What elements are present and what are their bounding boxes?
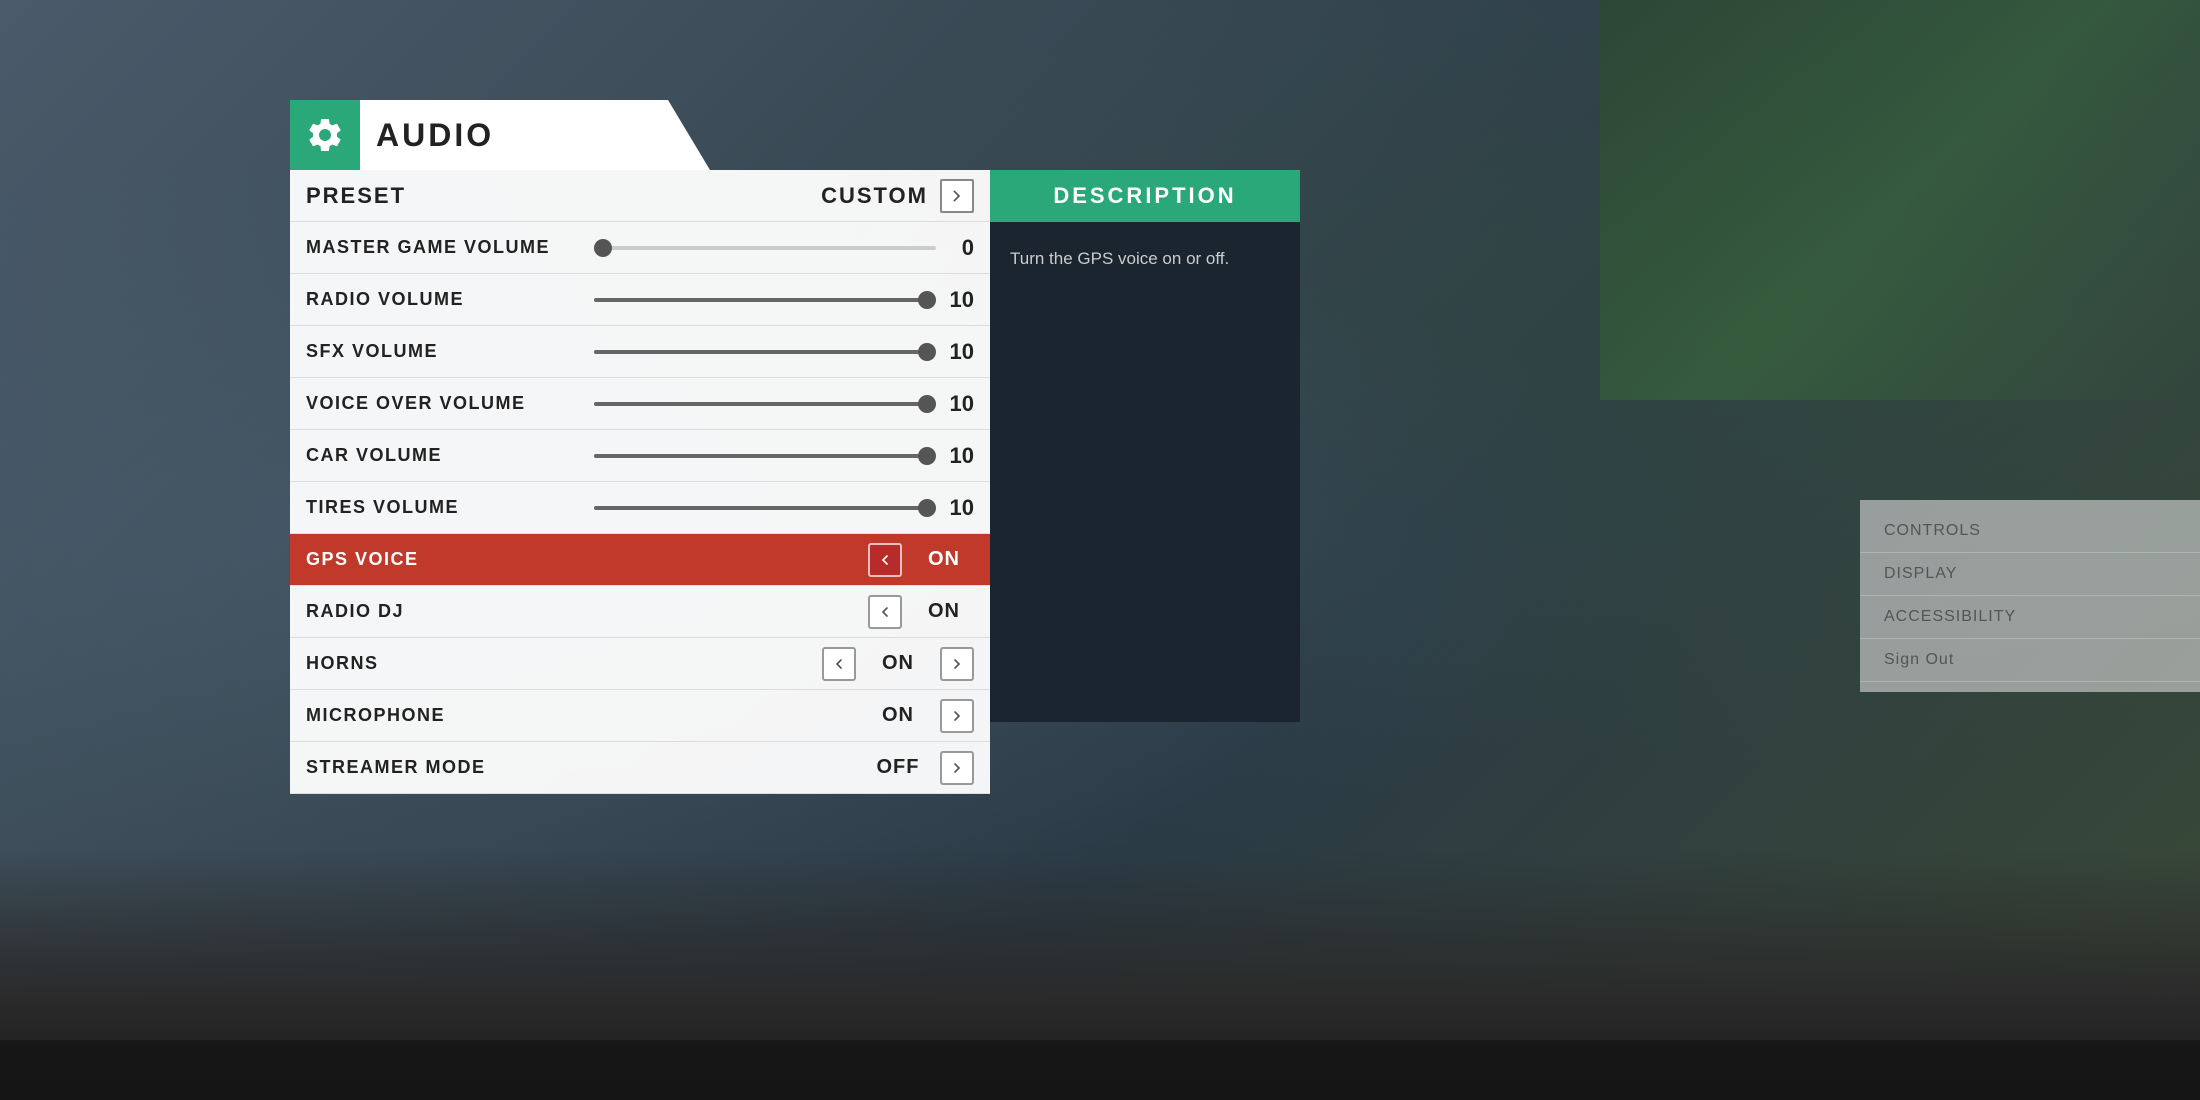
voice-over-volume-thumb[interactable] bbox=[918, 395, 936, 413]
car-volume-row: CAR VOLUME 10 bbox=[290, 430, 990, 482]
sfx-volume-thumb[interactable] bbox=[918, 343, 936, 361]
description-body: Turn the GPS voice on or off. bbox=[990, 222, 1300, 722]
car-volume-track[interactable] bbox=[594, 454, 936, 458]
preset-custom-row: PRESET CUSTOM bbox=[290, 170, 990, 222]
streamer-mode-value: OFF bbox=[868, 756, 928, 779]
horns-value: ON bbox=[868, 652, 928, 675]
tires-volume-thumb[interactable] bbox=[918, 499, 936, 517]
side-menu-item-controls: CONTROLS bbox=[1860, 510, 2200, 553]
car-volume-value: 10 bbox=[944, 443, 974, 469]
preset-next-arrow[interactable] bbox=[940, 179, 974, 213]
description-text: Turn the GPS voice on or off. bbox=[1010, 246, 1280, 272]
master-game-volume-thumb[interactable] bbox=[594, 239, 612, 257]
horns-label: HORNS bbox=[306, 653, 822, 674]
sfx-volume-row: SFX VOLUME 10 bbox=[290, 326, 990, 378]
streamer-mode-row: STREAMER MODE OFF bbox=[290, 742, 990, 794]
sfx-volume-track[interactable] bbox=[594, 350, 936, 354]
description-title: DESCRIPTION bbox=[1053, 183, 1236, 209]
gear-icon bbox=[305, 115, 345, 155]
gps-voice-label: GPS VOICE bbox=[306, 549, 868, 570]
tires-volume-row: TIRES VOLUME 10 bbox=[290, 482, 990, 534]
radio-volume-thumb[interactable] bbox=[918, 291, 936, 309]
voice-over-volume-row: VOICE OVER VOLUME 10 bbox=[290, 378, 990, 430]
audio-header-content: AUDIO bbox=[290, 100, 494, 170]
gps-voice-left-arrow[interactable] bbox=[868, 543, 902, 577]
side-menu: CONTROLS DISPLAY ACCESSIBILITY Sign Out bbox=[1860, 500, 2200, 692]
gps-voice-row: GPS VOICE ON bbox=[290, 534, 990, 586]
radio-volume-value: 10 bbox=[944, 287, 974, 313]
gear-icon-box bbox=[290, 100, 360, 170]
custom-label: CUSTOM bbox=[821, 183, 928, 209]
microphone-label: MICROPHONE bbox=[306, 705, 868, 726]
streamer-mode-label: STREAMER MODE bbox=[306, 757, 868, 778]
audio-title: AUDIO bbox=[376, 117, 494, 154]
voice-over-volume-value: 10 bbox=[944, 391, 974, 417]
sfx-volume-label: SFX VOLUME bbox=[306, 341, 586, 362]
horns-right-arrow[interactable] bbox=[940, 647, 974, 681]
voice-over-volume-label: VOICE OVER VOLUME bbox=[306, 393, 586, 414]
microphone-right-arrow[interactable] bbox=[940, 699, 974, 733]
preset-label: PRESET bbox=[306, 183, 821, 209]
radio-dj-value: ON bbox=[914, 600, 974, 623]
microphone-row: MICROPHONE ON bbox=[290, 690, 990, 742]
tires-volume-label: TIRES VOLUME bbox=[306, 497, 586, 518]
side-menu-item-accessibility: ACCESSIBILITY bbox=[1860, 596, 2200, 639]
microphone-value: ON bbox=[868, 704, 928, 727]
tires-volume-track[interactable] bbox=[594, 506, 936, 510]
background-trees bbox=[1600, 0, 2200, 400]
sfx-volume-value: 10 bbox=[944, 339, 974, 365]
radio-volume-label: RADIO VOLUME bbox=[306, 289, 586, 310]
audio-header: AUDIO bbox=[290, 100, 710, 170]
bottom-bar bbox=[0, 1040, 2200, 1100]
radio-dj-left-arrow[interactable] bbox=[868, 595, 902, 629]
radio-volume-row: RADIO VOLUME 10 bbox=[290, 274, 990, 326]
horns-row: HORNS ON bbox=[290, 638, 990, 690]
gps-voice-value: ON bbox=[914, 548, 974, 571]
radio-volume-track[interactable] bbox=[594, 298, 936, 302]
tires-volume-value: 10 bbox=[944, 495, 974, 521]
horns-left-arrow[interactable] bbox=[822, 647, 856, 681]
voice-over-volume-track[interactable] bbox=[594, 402, 936, 406]
master-game-volume-track[interactable] bbox=[594, 246, 936, 250]
master-game-volume-value: 0 bbox=[944, 235, 974, 261]
description-panel: DESCRIPTION Turn the GPS voice on or off… bbox=[990, 170, 1300, 722]
side-menu-item-signout: Sign Out bbox=[1860, 639, 2200, 682]
master-game-volume-label: MASTER GAME VOLUME bbox=[306, 237, 586, 258]
main-panel: PRESET CUSTOM MASTER GAME VOLUME 0 RADIO… bbox=[290, 170, 990, 794]
streamer-mode-right-arrow[interactable] bbox=[940, 751, 974, 785]
car-volume-thumb[interactable] bbox=[918, 447, 936, 465]
description-header: DESCRIPTION bbox=[990, 170, 1300, 222]
side-menu-item-display: DISPLAY bbox=[1860, 553, 2200, 596]
master-game-volume-row: MASTER GAME VOLUME 0 bbox=[290, 222, 990, 274]
radio-dj-row: RADIO DJ ON bbox=[290, 586, 990, 638]
radio-dj-label: RADIO DJ bbox=[306, 601, 868, 622]
car-volume-label: CAR VOLUME bbox=[306, 445, 586, 466]
